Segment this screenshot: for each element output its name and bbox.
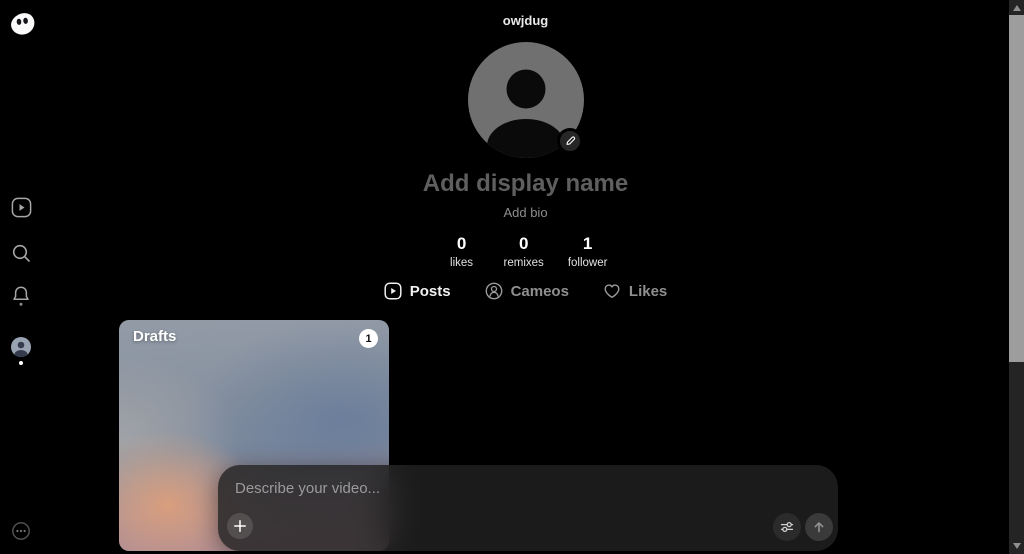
more-circle-icon: [11, 521, 31, 541]
sidebar-item-search[interactable]: [0, 243, 42, 263]
generation-settings-button[interactable]: [773, 513, 801, 541]
drafts-card-title: Drafts: [133, 328, 177, 345]
bell-icon: [11, 285, 31, 308]
stat-follower: 1 follower: [568, 234, 608, 270]
sidebar-item-more[interactable]: [0, 521, 42, 541]
add-attachment-button[interactable]: [227, 513, 253, 539]
app-logo-button[interactable]: [8, 11, 36, 39]
profile-page: owjdug Add display name Add bio 0 likes …: [0, 0, 1024, 554]
add-display-name-button[interactable]: Add display name: [423, 171, 628, 197]
heart-icon: [603, 282, 621, 300]
page-title-username: owjdug: [502, 13, 549, 28]
vertical-scrollbar: [1009, 0, 1024, 554]
tab-posts-label: Posts: [409, 282, 451, 300]
profile-stats: 0 likes 0 remixes 1 follower: [444, 234, 608, 270]
profile-avatar-icon: [11, 337, 31, 357]
sidebar-item-profile[interactable]: [0, 337, 42, 365]
tab-cameos[interactable]: Cameos: [485, 282, 569, 300]
profile-main: owjdug Add display name Add bio 0 likes …: [42, 0, 1009, 300]
scrollbar-up-arrow[interactable]: [1012, 5, 1021, 11]
plus-icon: [232, 518, 248, 534]
profile-avatar[interactable]: [467, 42, 584, 158]
add-bio-button[interactable]: Add bio: [503, 205, 547, 221]
video-prompt-composer: [218, 465, 838, 551]
sliders-icon: [780, 520, 794, 534]
drafts-count-badge: 1: [359, 329, 378, 348]
stat-likes: 0 likes: [444, 234, 480, 270]
stat-follower-label: follower: [567, 257, 608, 269]
play-square-icon: [11, 197, 32, 218]
arrow-up-icon: [812, 520, 826, 534]
person-circle-icon: [485, 282, 503, 300]
active-page-indicator-dot: [19, 361, 23, 365]
stat-remixes: 0 remixes: [504, 234, 544, 270]
pencil-icon: [564, 135, 576, 147]
sidebar-item-explore[interactable]: [0, 197, 42, 218]
sidebar-item-notifications[interactable]: [0, 285, 42, 308]
stat-likes-label: likes: [450, 257, 474, 269]
stat-likes-value: 0: [456, 234, 467, 253]
tab-likes-label: Likes: [628, 282, 668, 300]
posts-play-square-icon: [384, 282, 402, 300]
submit-prompt-button[interactable]: [805, 513, 833, 541]
scrollbar-thumb[interactable]: [1009, 15, 1024, 362]
prompt-input[interactable]: [233, 478, 697, 510]
profile-tabs: Posts Cameos Likes: [384, 282, 667, 300]
stat-follower-value: 1: [582, 234, 593, 253]
tab-likes[interactable]: Likes: [603, 282, 667, 300]
tab-cameos-label: Cameos: [510, 282, 569, 300]
tab-posts[interactable]: Posts: [384, 282, 451, 300]
edit-avatar-button[interactable]: [556, 128, 583, 154]
scrollbar-down-arrow[interactable]: [1012, 543, 1021, 549]
search-icon: [11, 243, 31, 263]
stat-remixes-label: remixes: [503, 257, 544, 269]
blob-mascot-logo-icon: [8, 11, 36, 39]
stat-remixes-value: 0: [518, 234, 529, 253]
